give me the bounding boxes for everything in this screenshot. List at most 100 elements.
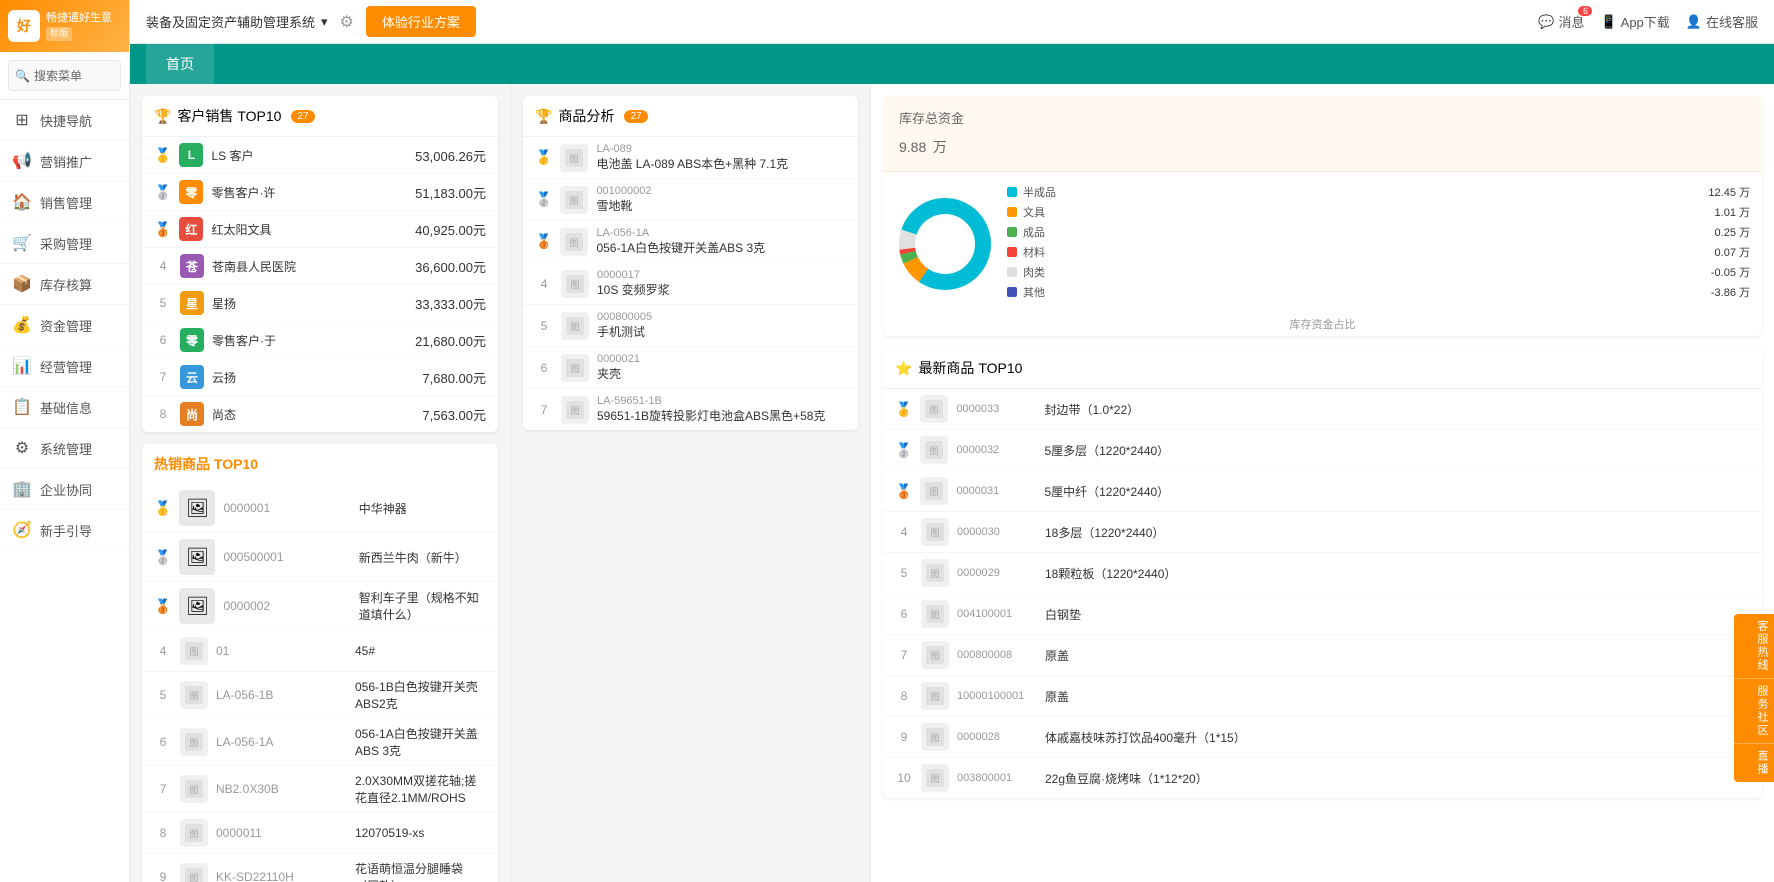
customer-amount: 7,680.00元: [422, 368, 486, 387]
product-code: 0000032: [956, 444, 1036, 456]
settings-icon[interactable]: ⚙: [340, 12, 354, 32]
product-ranking-header: 🏆 商品分析 27: [523, 96, 858, 137]
right-panel: 库存总资金 9.88 万: [870, 84, 1774, 882]
sidebar-item-purchase[interactable]: 🛒 采购管理: [0, 223, 129, 264]
customer-name: 零售客户·于: [212, 332, 407, 349]
product-name: 原盖: [1045, 647, 1750, 664]
legend-dot: [1007, 287, 1017, 297]
product-image: 🖼: [179, 539, 215, 575]
new-product-item: 10 图 003800001 22g鱼豆腐·烧烤味（1*12*20）: [883, 758, 1762, 798]
product-thumbnail: 图: [921, 764, 949, 792]
chevron-down-icon: ▾: [321, 14, 328, 30]
product-thumbnail: 图: [180, 863, 208, 882]
float-btn-community[interactable]: 服务社区: [1734, 679, 1774, 744]
customer-trophy-icon: 🏆: [154, 108, 171, 125]
rank-number: 5: [154, 688, 172, 702]
rank-number: 7: [154, 370, 172, 384]
product-ranking-item: 5 图 000800005 手机测试: [523, 305, 858, 347]
customer-amount: 53,006.26元: [415, 146, 486, 165]
hot-product-item: 6 图 LA-056-1A 056-1A白色按键开关盖ABS 3克: [142, 719, 498, 766]
product-thumbnail: 图: [921, 723, 949, 751]
medal-icon: 🥇: [154, 500, 171, 517]
sidebar-item-system[interactable]: ⚙ 系统管理: [0, 428, 129, 469]
product-code: 001000002: [596, 185, 846, 197]
product-thumbnail: 图: [561, 354, 589, 382]
sidebar-item-guide[interactable]: 🧭 新手引导: [0, 510, 129, 551]
avatar: L: [179, 143, 203, 167]
app-download-button[interactable]: 📱 App下载: [1600, 12, 1669, 31]
svg-text:图: 图: [189, 785, 198, 795]
sidebar-item-operations[interactable]: 📊 经营管理: [0, 346, 129, 387]
rank-number: 4: [535, 277, 553, 291]
product-code: 0000021: [597, 353, 846, 365]
rank-number: 4: [895, 525, 913, 539]
legend-label: 肉类: [1023, 264, 1705, 280]
hot-product-item: 7 图 NB2.0X30B 2.0X30MM双搓花轴;搓花直径2.1MM/ROH…: [142, 766, 498, 813]
customer-list-item: 4 苍 苍南县人民医院 36,600.00元: [142, 248, 498, 285]
product-code: 10000100001: [957, 690, 1037, 702]
search-menu-button[interactable]: 🔍 搜索菜单: [8, 60, 121, 91]
new-products-list: 🥇 图 0000033 封边带（1.0*22） 🥈 图 0000032 5厘多层…: [883, 389, 1762, 798]
sidebar-item-basic[interactable]: 📋 基础信息: [0, 387, 129, 428]
logo-icon: 好: [8, 10, 40, 42]
medal-icon: 🥉: [535, 233, 552, 250]
operations-icon: 📊: [12, 356, 32, 376]
online-service-button[interactable]: 👤 在线客服: [1686, 12, 1758, 31]
product-thumbnail: 图: [560, 144, 588, 172]
rank-number: 7: [895, 648, 913, 662]
medal-icon: 🥇: [535, 149, 552, 166]
marketing-icon: 📢: [12, 151, 32, 171]
customer-name: LS 客户: [211, 147, 407, 164]
svg-text:图: 图: [930, 405, 939, 415]
legend-label: 文具: [1023, 204, 1709, 220]
new-products-header: ⭐ 最新商品 TOP10: [883, 348, 1762, 389]
sidebar-item-inventory[interactable]: 📦 库存核算: [0, 264, 129, 305]
product-code: 000800005: [597, 311, 846, 323]
content: 🏆 客户销售 TOP10 27 🥇 L LS 客户 53,006.26元 🥈 零…: [130, 84, 1774, 882]
legend-label: 半成品: [1023, 184, 1702, 200]
customer-list-item: 7 云 云扬 7,680.00元: [142, 359, 498, 396]
product-name: 59651-1B旋转投影灯电池盒ABS黑色+58克: [597, 407, 846, 424]
left-panel: 🏆 客户销售 TOP10 27 🥇 L LS 客户 53,006.26元 🥈 零…: [130, 84, 510, 882]
legend-value: -3.86 万: [1711, 284, 1750, 300]
product-name: 原盖: [1045, 688, 1750, 705]
svg-text:图: 图: [930, 610, 939, 620]
float-btn-service[interactable]: 客服热线: [1734, 614, 1774, 679]
product-name: 5厘中纤（1220*2440）: [1044, 483, 1750, 500]
avatar: 红: [179, 217, 203, 241]
legend-dot: [1007, 227, 1017, 237]
corp-icon: 🏢: [12, 479, 32, 499]
system-name: 装备及固定资产辅助管理系统: [146, 12, 315, 31]
tab-home[interactable]: 首页: [146, 44, 214, 84]
customer-top10-header: 🏆 客户销售 TOP10 27: [142, 96, 498, 137]
rank-number: 4: [154, 259, 172, 273]
inventory-card: 库存总资金 9.88 万: [883, 96, 1762, 336]
float-btn-live[interactable]: 直播: [1734, 744, 1774, 782]
product-thumbnail: 图: [920, 436, 948, 464]
product-ranking-item: 🥈 图 001000002 雪地靴: [523, 179, 858, 221]
sidebar-item-sales[interactable]: 🏠 销售管理: [0, 182, 129, 223]
sidebar-item-quick-nav[interactable]: ⊞ 快捷导航: [0, 100, 129, 141]
topbar-right: 💬 消息 6 📱 App下载 👤 在线客服: [1538, 12, 1758, 31]
sidebar-item-marketing[interactable]: 📢 营销推广: [0, 141, 129, 182]
sidebar-search[interactable]: 🔍 搜索菜单: [0, 52, 129, 100]
sidebar-item-finance[interactable]: 💰 资金管理: [0, 305, 129, 346]
product-name: 中华神器: [359, 500, 486, 517]
message-button[interactable]: 💬 消息 6: [1538, 12, 1584, 31]
product-name: 智利车子里（规格不知道填什么）: [359, 589, 486, 623]
system-selector[interactable]: 装备及固定资产辅助管理系统 ▾: [146, 12, 328, 31]
try-button[interactable]: 体验行业方案: [366, 6, 476, 37]
avatar: 尚: [180, 402, 204, 426]
rank-number: 7: [154, 782, 172, 796]
product-name: 新西兰牛肉（新牛）: [359, 549, 486, 566]
sidebar-item-corp[interactable]: 🏢 企业协同: [0, 469, 129, 510]
product-thumbnail: 图: [921, 682, 949, 710]
product-code: 0000028: [957, 731, 1037, 743]
product-name: 2.0X30MM双搓花轴;搓花直径2.1MM/ROHS: [355, 772, 486, 806]
legend-item: 半成品 12.45 万: [1007, 184, 1750, 200]
product-code: 000800008: [957, 649, 1037, 661]
product-name: 18颗粒板（1220*2440）: [1045, 565, 1750, 582]
chart-container: 半成品 12.45 万 文具 1.01 万 成品 0.25 万 材料 0.07 …: [883, 172, 1762, 316]
chart-subtitle: 库存资金占比: [883, 316, 1762, 336]
mid-panel: 🏆 商品分析 27 🥇 图 LA-089 电池盖 LA-089 ABS本色+黑种…: [510, 84, 870, 882]
